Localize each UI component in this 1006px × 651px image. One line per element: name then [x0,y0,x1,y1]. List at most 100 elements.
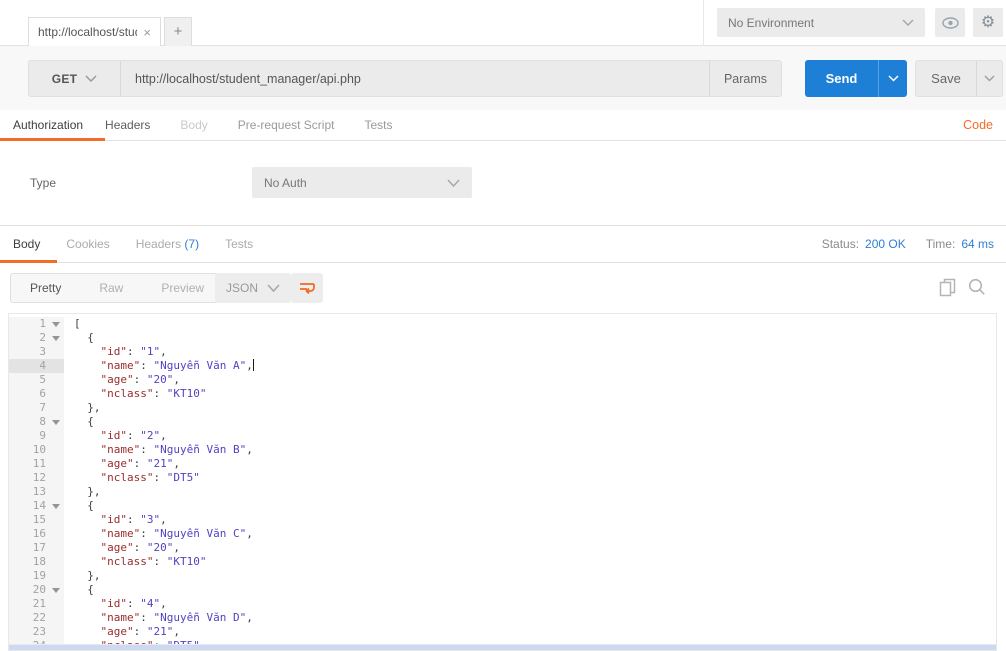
fold-arrow-icon[interactable] [49,331,64,345]
search-icon [968,278,986,296]
response-toolbar: Pretty Raw Preview JSON [0,263,1006,313]
code-line[interactable]: 3 "id": "1", [9,345,996,359]
code-line[interactable]: 17 "age": "20", [9,541,996,555]
code-line[interactable]: 7 }, [9,401,996,415]
send-button[interactable]: Send [805,60,878,97]
code-line[interactable]: 16 "name": "Nguyễn Văn C", [9,527,996,541]
url-input[interactable]: http://localhost/student_manager/api.php [121,61,709,96]
code-line[interactable]: 22 "name": "Nguyễn Văn D", [9,611,996,625]
fold-arrow-icon[interactable] [49,415,64,429]
tab-body[interactable]: Body [180,118,207,132]
code-line[interactable]: 20 { [9,583,996,597]
line-number: 15 [9,513,49,527]
tab-tests[interactable]: Tests [364,118,392,132]
line-number: 11 [9,457,49,471]
auth-type-value: No Auth [264,176,447,190]
code-line[interactable]: 5 "age": "20", [9,373,996,387]
fold-gutter [49,471,64,485]
line-number: 13 [9,485,49,499]
method-select[interactable]: GET [29,61,121,96]
fold-arrow-icon[interactable] [49,317,64,331]
code-line[interactable]: 15 "id": "3", [9,513,996,527]
code-line[interactable]: 1[ [9,317,996,331]
view-mode-raw[interactable]: Raw [80,274,142,302]
code-line[interactable]: 4 "name": "Nguyễn Văn A", [9,359,996,373]
code-text: "id": "4", [64,597,167,611]
authorization-panel: Type No Auth [0,141,1006,226]
view-mode-pretty[interactable]: Pretty [11,274,80,302]
request-tabs: Authorization Headers Body Pre-request S… [0,110,1006,141]
response-tab-headers[interactable]: Headers (7) [136,237,199,251]
top-bar: http://localhost/stude × + No Environmen… [0,0,1006,46]
code-line[interactable]: 11 "age": "21", [9,457,996,471]
code-line[interactable]: 18 "nclass": "KT10" [9,555,996,569]
horizontal-scrollbar[interactable] [9,644,996,650]
search-response-button[interactable] [965,275,989,299]
code-line[interactable]: 6 "nclass": "KT10" [9,387,996,401]
code-link[interactable]: Code [963,118,993,132]
environment-select[interactable]: No Environment [717,8,925,37]
line-number: 12 [9,471,49,485]
fold-gutter [49,527,64,541]
chevron-down-icon [267,284,280,292]
code-text: }, [64,569,101,583]
url-group: GET http://localhost/student_manager/api… [28,60,782,97]
params-button[interactable]: Params [709,61,781,96]
tab-pre-request-script[interactable]: Pre-request Script [238,118,335,132]
fold-arrow-icon[interactable] [49,499,64,513]
word-wrap-button[interactable] [291,273,323,303]
send-options-button[interactable] [878,60,907,97]
header-divider [703,0,704,46]
code-line[interactable]: 13 }, [9,485,996,499]
request-tab[interactable]: http://localhost/stude × [28,17,161,46]
response-tab-tests[interactable]: Tests [225,237,253,251]
code-line[interactable]: 19 }, [9,569,996,583]
code-line[interactable]: 2 { [9,331,996,345]
line-number: 18 [9,555,49,569]
response-tab-headers-label: Headers [136,237,181,251]
fold-gutter [49,345,64,359]
response-tab-body[interactable]: Body [13,237,40,251]
line-number: 4 [9,359,49,373]
auth-type-select[interactable]: No Auth [252,167,472,198]
chevron-down-icon [85,75,97,82]
tab-headers[interactable]: Headers [105,118,150,132]
response-tab-cookies[interactable]: Cookies [66,237,109,251]
status-value: 200 OK [865,237,906,251]
line-number: 6 [9,387,49,401]
line-number: 5 [9,373,49,387]
fold-gutter [49,457,64,471]
chevron-down-icon [888,75,899,82]
save-options-button[interactable] [976,61,1002,96]
fold-gutter [49,429,64,443]
tab-authorization[interactable]: Authorization [13,118,83,132]
view-mode-group: Pretty Raw Preview [10,273,224,303]
line-number: 3 [9,345,49,359]
time-label: Time: [926,237,956,251]
copy-response-button[interactable] [935,275,959,299]
line-number: 17 [9,541,49,555]
format-select[interactable]: JSON [215,273,291,303]
code-line[interactable]: 14 { [9,499,996,513]
line-number: 9 [9,429,49,443]
code-line[interactable]: 9 "id": "2", [9,429,996,443]
fold-gutter [49,625,64,639]
line-number: 1 [9,317,49,331]
code-line[interactable]: 12 "nclass": "DT5" [9,471,996,485]
line-number: 20 [9,583,49,597]
fold-gutter [49,555,64,569]
new-tab-button[interactable]: + [164,17,192,46]
view-mode-preview[interactable]: Preview [142,274,223,302]
settings-button[interactable]: ⚙ [973,8,1003,37]
code-line[interactable]: 23 "age": "21", [9,625,996,639]
environment-preview-button[interactable] [935,8,965,37]
response-editor[interactable]: 1[2 {3 "id": "1",4 "name": "Nguyễn Văn A… [8,313,997,651]
close-tab-icon[interactable]: × [143,25,151,40]
save-button[interactable]: Save [916,61,976,96]
code-line[interactable]: 8 { [9,415,996,429]
code-line[interactable]: 21 "id": "4", [9,597,996,611]
code-line[interactable]: 10 "name": "Nguyễn Văn B", [9,443,996,457]
fold-arrow-icon[interactable] [49,583,64,597]
request-bar: GET http://localhost/student_manager/api… [0,46,1006,110]
headers-count-badge: (7) [184,237,199,251]
